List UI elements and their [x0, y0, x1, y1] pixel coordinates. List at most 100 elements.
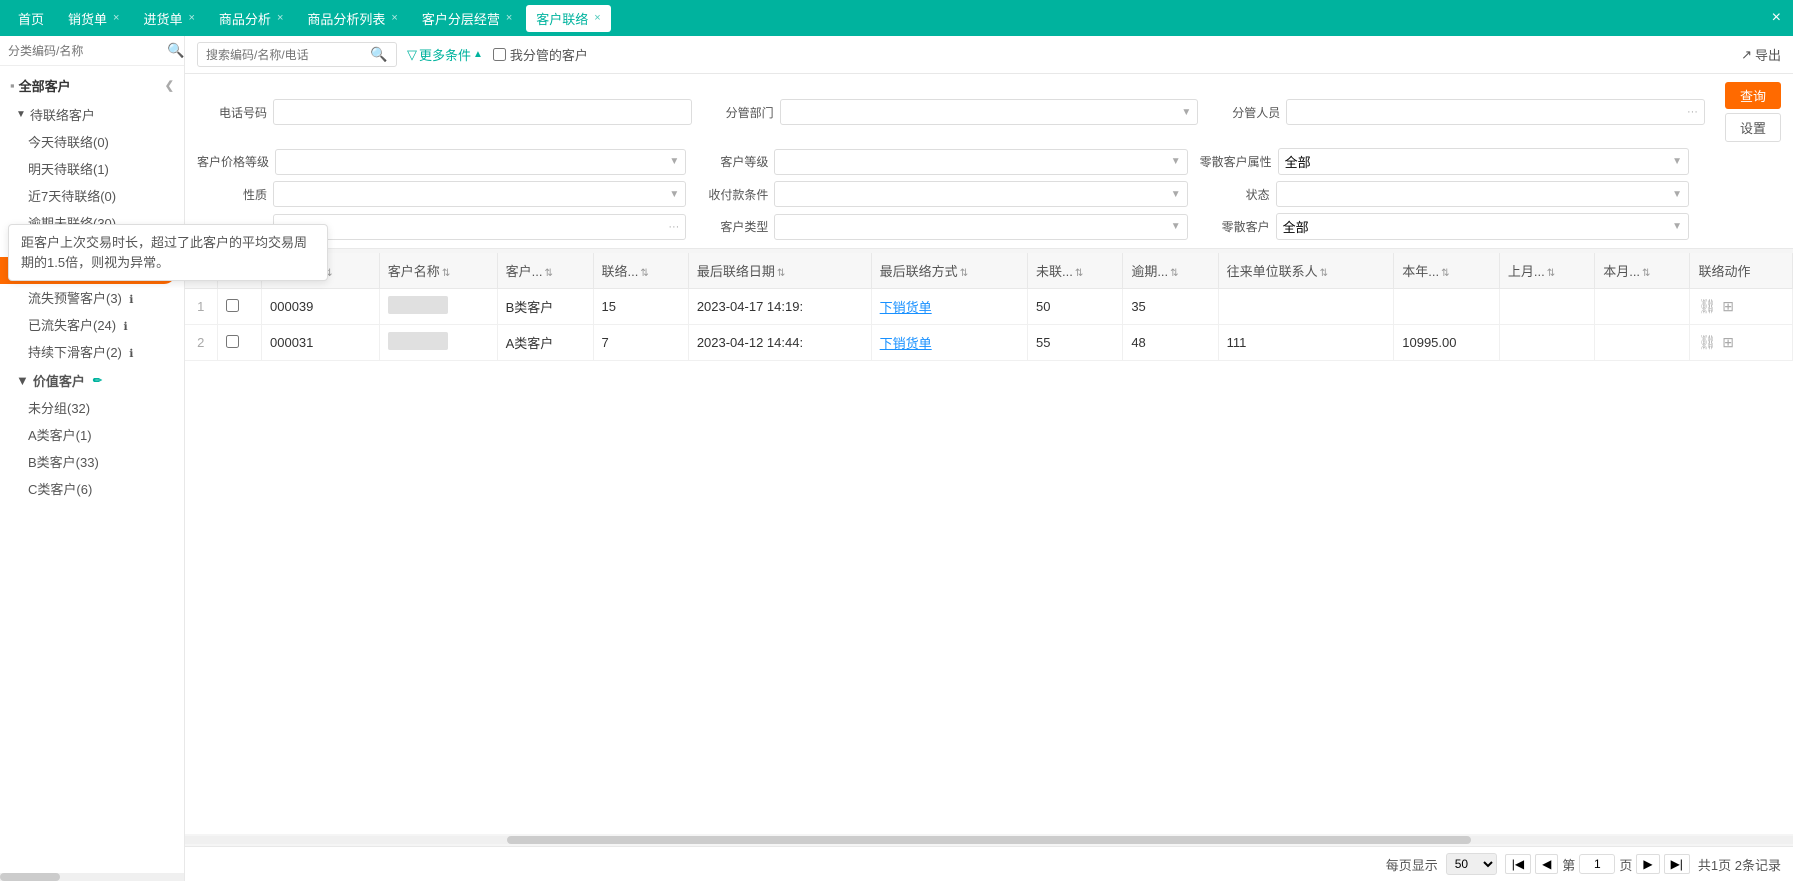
nav-home[interactable]: 首页 [8, 5, 54, 32]
close-customer-segmentation-icon[interactable]: × [506, 12, 512, 24]
more-dots-icon[interactable]: ··· [668, 221, 679, 233]
first-page-btn[interactable]: |◀ [1505, 854, 1531, 874]
close-product-analysis-icon[interactable]: × [277, 12, 283, 24]
row1-name-blur [388, 296, 448, 314]
overdue-col-header[interactable]: 逾期...⇅ [1123, 253, 1218, 289]
row1-link-icon[interactable]: ⛓ [1698, 298, 1716, 315]
manager-more-icon[interactable]: ··· [1687, 106, 1698, 118]
sidebar-all-customers[interactable]: ▪ 全部客户 ❮ [0, 70, 184, 101]
dept-input[interactable]: ▼ [780, 99, 1199, 125]
sidebar-c-class[interactable]: C类客户(6) [0, 475, 184, 502]
contacts-sort-icon: ⇅ [1320, 268, 1328, 279]
row2-this-month [1595, 325, 1690, 361]
more-conditions-btn[interactable]: ▽ 更多条件 ▲ [407, 45, 483, 64]
manager-input[interactable]: ··· [1286, 99, 1705, 125]
sidebar-collapse-arrow[interactable]: ❮ [165, 79, 174, 92]
more-input[interactable]: ··· [273, 214, 686, 240]
row2-select[interactable] [226, 335, 239, 348]
horizontal-scrollbar[interactable] [185, 836, 1793, 844]
sidebar-search-box[interactable]: 🔍 [0, 36, 184, 66]
name-col-header[interactable]: 客户名称⇅ [379, 253, 497, 289]
price-level-input[interactable]: ▼ [275, 149, 686, 175]
close-customer-contact-icon[interactable]: × [594, 12, 600, 24]
contacts-col-header[interactable]: 往来单位联系人⇅ [1218, 253, 1394, 289]
sidebar-pending-contact-group[interactable]: ▼ 待联络客户 [0, 101, 184, 128]
sidebar-7days-pending[interactable]: 近7天待联络(0) [0, 182, 184, 209]
row1-last-method[interactable]: 下销货单 [871, 289, 1027, 325]
my-customers-checkbox[interactable] [493, 48, 506, 61]
payment-input[interactable]: ▼ [774, 181, 1187, 207]
sidebar-search-input[interactable] [8, 44, 163, 58]
horizontal-scrollbar-thumb[interactable] [507, 836, 1472, 844]
sidebar-b-class[interactable]: B类客户(33) [0, 448, 184, 475]
close-all-tabs-icon[interactable]: × [1772, 9, 1781, 27]
scatter-customer-input[interactable]: 全部 ▼ [1276, 213, 1689, 240]
export-btn[interactable]: ↗ 导出 [1741, 45, 1781, 64]
nav-sales-order[interactable]: 销货单 × [58, 5, 129, 32]
per-page-select[interactable]: 50 100 200 [1446, 853, 1497, 875]
main-search-box[interactable]: 🔍 [197, 42, 397, 67]
sidebar-a-class[interactable]: A类客户(1) [0, 421, 184, 448]
type-sort-icon: ⇅ [544, 268, 552, 279]
edit-icon[interactable]: ✏ [93, 374, 102, 387]
customer-type-col-header[interactable]: 客户...⇅ [497, 253, 593, 289]
this-month-col-header[interactable]: 本月...⇅ [1595, 253, 1690, 289]
page-number-input[interactable] [1579, 854, 1615, 874]
scatter-attr-input[interactable]: 全部 ▼ [1278, 148, 1689, 175]
nav-product-analysis-list[interactable]: 商品分析列表 × [297, 5, 407, 32]
sidebar-continuous-down[interactable]: 持续下滑客户(2) ℹ [0, 338, 184, 365]
dept-field: 分管部门 ▼ [704, 99, 1199, 125]
sidebar-already-lost[interactable]: 已流失客户(24) ℹ [0, 311, 184, 338]
next-page-btn[interactable]: ▶ [1636, 854, 1659, 874]
price-level-arrow-icon: ▼ [669, 156, 679, 167]
sidebar-lost-predicted[interactable]: 流失预警客户(3) ℹ [0, 284, 184, 311]
row2-checkbox[interactable] [217, 325, 262, 361]
close-product-analysis-list-icon[interactable]: × [391, 12, 397, 24]
last-page-btn[interactable]: ▶| [1664, 854, 1690, 874]
customer-type-arrow-icon: ▼ [1171, 221, 1181, 232]
prev-page-btn[interactable]: ◀ [1535, 854, 1558, 874]
sidebar-tomorrow-pending[interactable]: 明天待联络(1) [0, 155, 184, 182]
row1-checkbox[interactable] [217, 289, 262, 325]
sidebar-scroll[interactable] [0, 873, 184, 881]
last-contact-method-col-header[interactable]: 最后联络方式⇅ [871, 253, 1027, 289]
sidebar: 🔍 ▪ 全部客户 ❮ ▼ 待联络客户 今天待联络(0) 明天待联络(1) 近7天… [0, 36, 185, 881]
my-customers-checkbox-area[interactable]: 我分管的客户 [493, 45, 588, 64]
contact-col-header[interactable]: 联络...⇅ [593, 253, 688, 289]
advanced-filter: 电话号码 分管部门 ▼ 分管人员 ··· 查询 设置 [185, 74, 1793, 249]
sidebar-search-icon[interactable]: 🔍 [167, 42, 184, 59]
row1-grid-icon[interactable]: ⊞ [1722, 298, 1734, 315]
nav-customer-contact[interactable]: 客户联络 × [526, 5, 610, 32]
nav-product-analysis[interactable]: 商品分析 × [209, 5, 293, 32]
main-search-icon[interactable]: 🔍 [370, 46, 387, 63]
last-month-col-header[interactable]: 上月...⇅ [1499, 253, 1594, 289]
nav-customer-segmentation[interactable]: 客户分层经营 × [412, 5, 522, 32]
row1-select[interactable] [226, 299, 239, 312]
customer-level-label: 客户等级 [698, 153, 768, 170]
settings-btn[interactable]: 设置 [1725, 113, 1781, 142]
last-month-sort-icon: ⇅ [1547, 268, 1555, 279]
phone-input[interactable] [273, 99, 692, 125]
status-input[interactable]: ▼ [1276, 181, 1689, 207]
customer-level-input[interactable]: ▼ [774, 149, 1187, 175]
main-search-input[interactable] [206, 48, 366, 62]
last-contact-date-col-header[interactable]: 最后联络日期⇅ [688, 253, 871, 289]
close-purchase-order-icon[interactable]: × [188, 12, 194, 24]
sidebar-unclassified[interactable]: 未分组(32) [0, 394, 184, 421]
filter-row-3: 性质 ▼ 收付款条件 ▼ 状态 ▼ [197, 181, 1781, 207]
customer-type-input[interactable]: ▼ [774, 214, 1187, 240]
not-contacted-col-header[interactable]: 未联...⇅ [1028, 253, 1123, 289]
query-btn[interactable]: 查询 [1725, 82, 1781, 109]
row2-grid-icon[interactable]: ⊞ [1722, 334, 1734, 351]
this-year-col-header[interactable]: 本年...⇅ [1394, 253, 1500, 289]
scatter-attr-arrow-icon: ▼ [1672, 156, 1682, 167]
row2-last-method[interactable]: 下销货单 [871, 325, 1027, 361]
chevron-up-icon: ▲ [473, 49, 483, 60]
nature-input[interactable]: ▼ [273, 181, 686, 207]
row2-link-icon[interactable]: ⛓ [1698, 334, 1716, 351]
filter-bar: 🔍 ▽ 更多条件 ▲ 我分管的客户 ↗ 导出 [185, 36, 1793, 74]
sidebar-today-pending[interactable]: 今天待联络(0) [0, 128, 184, 155]
sidebar-value-customer-group[interactable]: ▼ 价值客户 ✏ [0, 365, 184, 394]
nav-purchase-order[interactable]: 进货单 × [133, 5, 204, 32]
close-sales-order-icon[interactable]: × [113, 12, 119, 24]
